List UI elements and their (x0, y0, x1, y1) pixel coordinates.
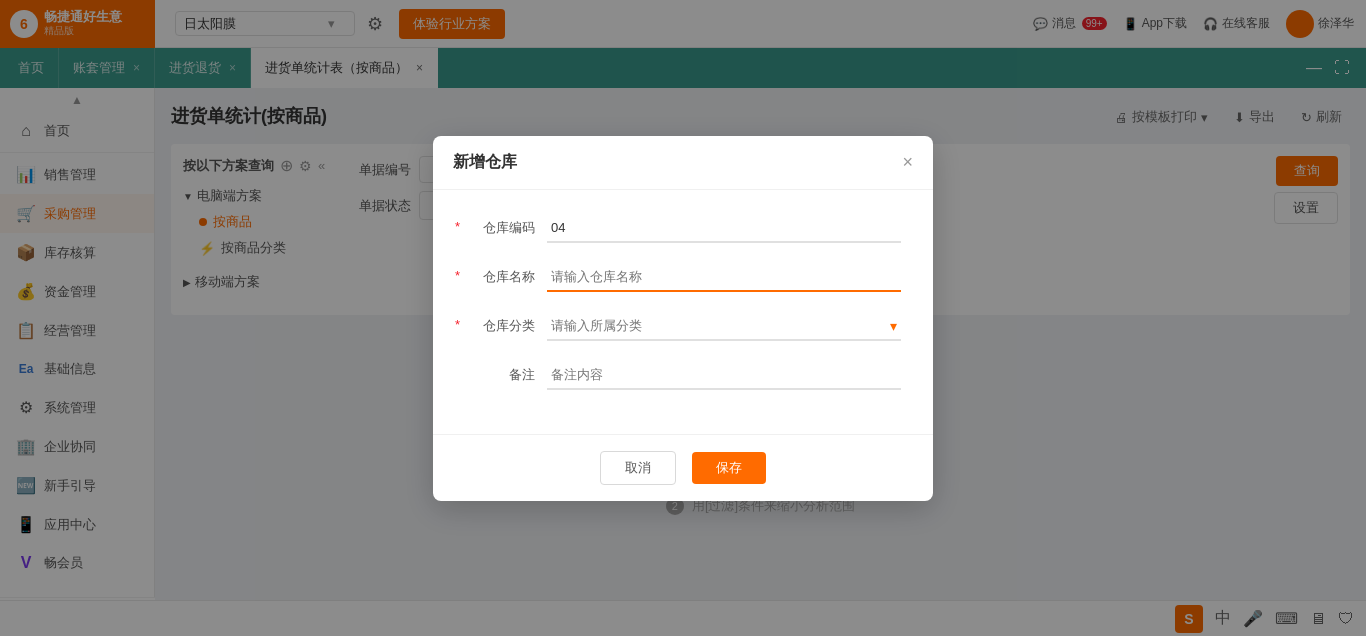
modal-footer: 取消 保存 (433, 434, 933, 501)
remark-input[interactable] (547, 361, 901, 390)
category-input[interactable] (547, 312, 901, 341)
form-row-remark: 备注 (465, 361, 901, 390)
category-label: 仓库分类 (465, 317, 535, 335)
add-warehouse-modal: 新增仓库 × 仓库编码 仓库名称 仓库分类 ▾ (433, 136, 933, 501)
cancel-button[interactable]: 取消 (600, 451, 676, 485)
category-select-wrap: ▾ (547, 312, 901, 341)
form-row-name: 仓库名称 (465, 263, 901, 292)
name-input[interactable] (547, 263, 901, 292)
save-button[interactable]: 保存 (692, 452, 766, 484)
name-label: 仓库名称 (465, 268, 535, 286)
modal-close-button[interactable]: × (902, 152, 913, 173)
modal-header: 新增仓库 × (433, 136, 933, 190)
remark-label: 备注 (465, 366, 535, 384)
code-input[interactable] (547, 214, 901, 243)
modal-overlay: 新增仓库 × 仓库编码 仓库名称 仓库分类 ▾ (0, 0, 1366, 636)
code-label: 仓库编码 (465, 219, 535, 237)
modal-title: 新增仓库 (453, 152, 517, 173)
modal-body: 仓库编码 仓库名称 仓库分类 ▾ 备注 (433, 190, 933, 434)
form-row-code: 仓库编码 (465, 214, 901, 243)
form-row-category: 仓库分类 ▾ (465, 312, 901, 341)
